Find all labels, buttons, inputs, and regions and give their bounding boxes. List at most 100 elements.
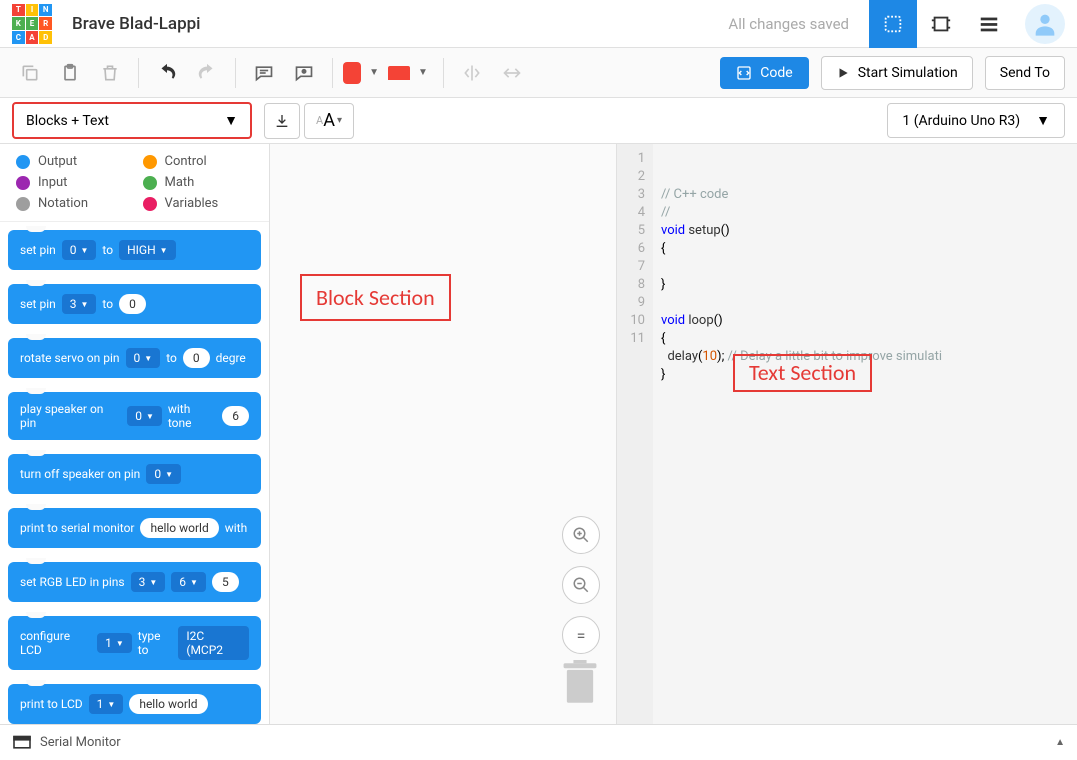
- app-header: TINKERCAD Brave Blad-Lappi All changes s…: [0, 0, 1077, 48]
- block-param[interactable]: 6 ▼: [171, 572, 206, 592]
- serial-icon: [12, 735, 32, 751]
- category-dot-icon: [16, 155, 30, 169]
- chevron-down-icon: ▼: [418, 67, 428, 78]
- output-block[interactable]: set pin0 ▼toHIGH ▼: [8, 230, 261, 270]
- zoom-out-button[interactable]: [562, 566, 600, 604]
- user-avatar[interactable]: [1025, 4, 1065, 44]
- copy-button[interactable]: [12, 55, 48, 91]
- category-label: Input: [38, 175, 67, 190]
- tinkercad-logo[interactable]: TINKERCAD: [8, 0, 56, 48]
- block-param[interactable]: 0 ▼: [126, 348, 161, 368]
- category-label: Math: [165, 175, 195, 190]
- block-categories: Output Control Input Math Notation Variables: [0, 144, 269, 222]
- delete-button[interactable]: [92, 55, 128, 91]
- color-half-button[interactable]: ▼: [383, 55, 433, 91]
- view-tab-list[interactable]: [965, 0, 1013, 48]
- code-line: }: [661, 276, 1069, 294]
- sim-button-label: Start Simulation: [858, 65, 958, 81]
- category-dot-icon: [143, 155, 157, 169]
- view-tab-3d[interactable]: [869, 0, 917, 48]
- chevron-down-icon: ▼: [224, 112, 238, 129]
- zoom-in-button[interactable]: [562, 516, 600, 554]
- code-button[interactable]: Code: [720, 57, 808, 89]
- block-param[interactable]: I2C (MCP2: [178, 626, 249, 660]
- block-param[interactable]: HIGH ▼: [119, 240, 175, 260]
- block-param[interactable]: 0 ▼: [62, 240, 97, 260]
- code-subtoolbar: Blocks + Text ▼ AA▾ 1 (Arduino Uno R3) ▼: [0, 98, 1077, 144]
- block-param[interactable]: 5: [212, 572, 239, 592]
- output-block[interactable]: print to LCD1 ▼hello world: [8, 684, 261, 724]
- block-param[interactable]: hello world: [129, 694, 207, 714]
- blocks-list[interactable]: set pin0 ▼toHIGH ▼ set pin3 ▼to0 rotate se…: [0, 222, 269, 724]
- output-block[interactable]: configure LCD1 ▼type toI2C (MCP2: [8, 616, 261, 670]
- category-label: Notation: [38, 196, 88, 211]
- download-button[interactable]: [264, 103, 300, 139]
- color-swatch-button[interactable]: ▼: [343, 55, 379, 91]
- category-dot-icon: [143, 176, 157, 190]
- output-block[interactable]: turn off speaker on pin0 ▼: [8, 454, 261, 494]
- mirror-v-button[interactable]: [494, 55, 530, 91]
- category-variables[interactable]: Variables: [143, 196, 254, 211]
- code-content[interactable]: // C++ code//void setup(){ } void loop()…: [653, 144, 1077, 724]
- color-swatch-icon: [343, 62, 361, 84]
- block-param[interactable]: 3 ▼: [62, 294, 97, 314]
- trash-icon[interactable]: [560, 660, 600, 710]
- code-line: void loop(): [661, 312, 1069, 330]
- category-output[interactable]: Output: [16, 154, 127, 169]
- output-block[interactable]: rotate servo on pin0 ▼to0degre: [8, 338, 261, 378]
- chevron-down-icon: ▼: [1036, 112, 1050, 129]
- category-math[interactable]: Math: [143, 175, 254, 190]
- code-line: [661, 258, 1069, 276]
- code-line: void setup(): [661, 222, 1069, 240]
- send-to-button[interactable]: Send To: [985, 56, 1065, 90]
- block-param[interactable]: 1 ▼: [89, 694, 124, 714]
- block-palette: OutputControlInputMathNotationVariables …: [0, 144, 270, 724]
- category-label: Control: [165, 154, 207, 169]
- annotation-button[interactable]: [286, 55, 322, 91]
- board-dropdown[interactable]: 1 (Arduino Uno R3) ▼: [887, 103, 1065, 138]
- category-label: Output: [38, 154, 77, 169]
- category-dot-icon: [16, 197, 30, 211]
- block-param[interactable]: 6: [222, 406, 249, 426]
- category-input[interactable]: Input: [16, 175, 127, 190]
- output-block[interactable]: set pin3 ▼to0: [8, 284, 261, 324]
- block-param[interactable]: 3 ▼: [131, 572, 166, 592]
- block-param[interactable]: 0 ▼: [146, 464, 181, 484]
- font-size-button[interactable]: AA▾: [304, 103, 354, 139]
- block-param[interactable]: 1 ▼: [97, 633, 132, 653]
- start-simulation-button[interactable]: Start Simulation: [821, 56, 973, 90]
- bottom-bar: Serial Monitor ▲: [0, 724, 1077, 760]
- paste-button[interactable]: [52, 55, 88, 91]
- view-tab-schematic[interactable]: [917, 0, 965, 48]
- zoom-fit-button[interactable]: =: [562, 616, 600, 654]
- undo-button[interactable]: [149, 55, 185, 91]
- block-param[interactable]: hello world: [140, 518, 218, 538]
- output-block[interactable]: set RGB LED in pins3 ▼6 ▼5: [8, 562, 261, 602]
- block-param[interactable]: 0: [119, 294, 146, 314]
- code-line: //: [661, 204, 1069, 222]
- blocks-mode-dropdown[interactable]: Blocks + Text ▼: [12, 102, 252, 139]
- code-editor[interactable]: 1234567891011 // C++ code//void setup(){…: [617, 144, 1077, 724]
- notes-button[interactable]: [246, 55, 282, 91]
- annotation-block-section: Block Section: [300, 274, 451, 321]
- block-canvas[interactable]: Block Section =: [270, 144, 617, 724]
- blocks-mode-label: Blocks + Text: [26, 113, 109, 129]
- category-notation[interactable]: Notation: [16, 196, 127, 211]
- board-label: 1 (Arduino Uno R3): [902, 113, 1020, 129]
- output-block[interactable]: print to serial monitorhello worldwith: [8, 508, 261, 548]
- block-param[interactable]: 0 ▼: [127, 406, 162, 426]
- block-param[interactable]: 0: [183, 348, 210, 368]
- expand-icon[interactable]: ▲: [1055, 737, 1065, 748]
- play-icon: [836, 66, 850, 80]
- mirror-h-button[interactable]: [454, 55, 490, 91]
- output-block[interactable]: play speaker on pin0 ▼with tone6: [8, 392, 261, 440]
- main-toolbar: ▼ ▼ Code Start Simulation Send To: [0, 48, 1077, 98]
- code-button-label: Code: [760, 65, 792, 81]
- code-line: {: [661, 330, 1069, 348]
- line-gutter: 1234567891011: [617, 144, 653, 724]
- project-name[interactable]: Brave Blad-Lappi: [72, 14, 201, 34]
- serial-monitor-label[interactable]: Serial Monitor: [40, 735, 121, 750]
- annotation-text-section: Text Section: [733, 354, 872, 392]
- category-control[interactable]: Control: [143, 154, 254, 169]
- redo-button[interactable]: [189, 55, 225, 91]
